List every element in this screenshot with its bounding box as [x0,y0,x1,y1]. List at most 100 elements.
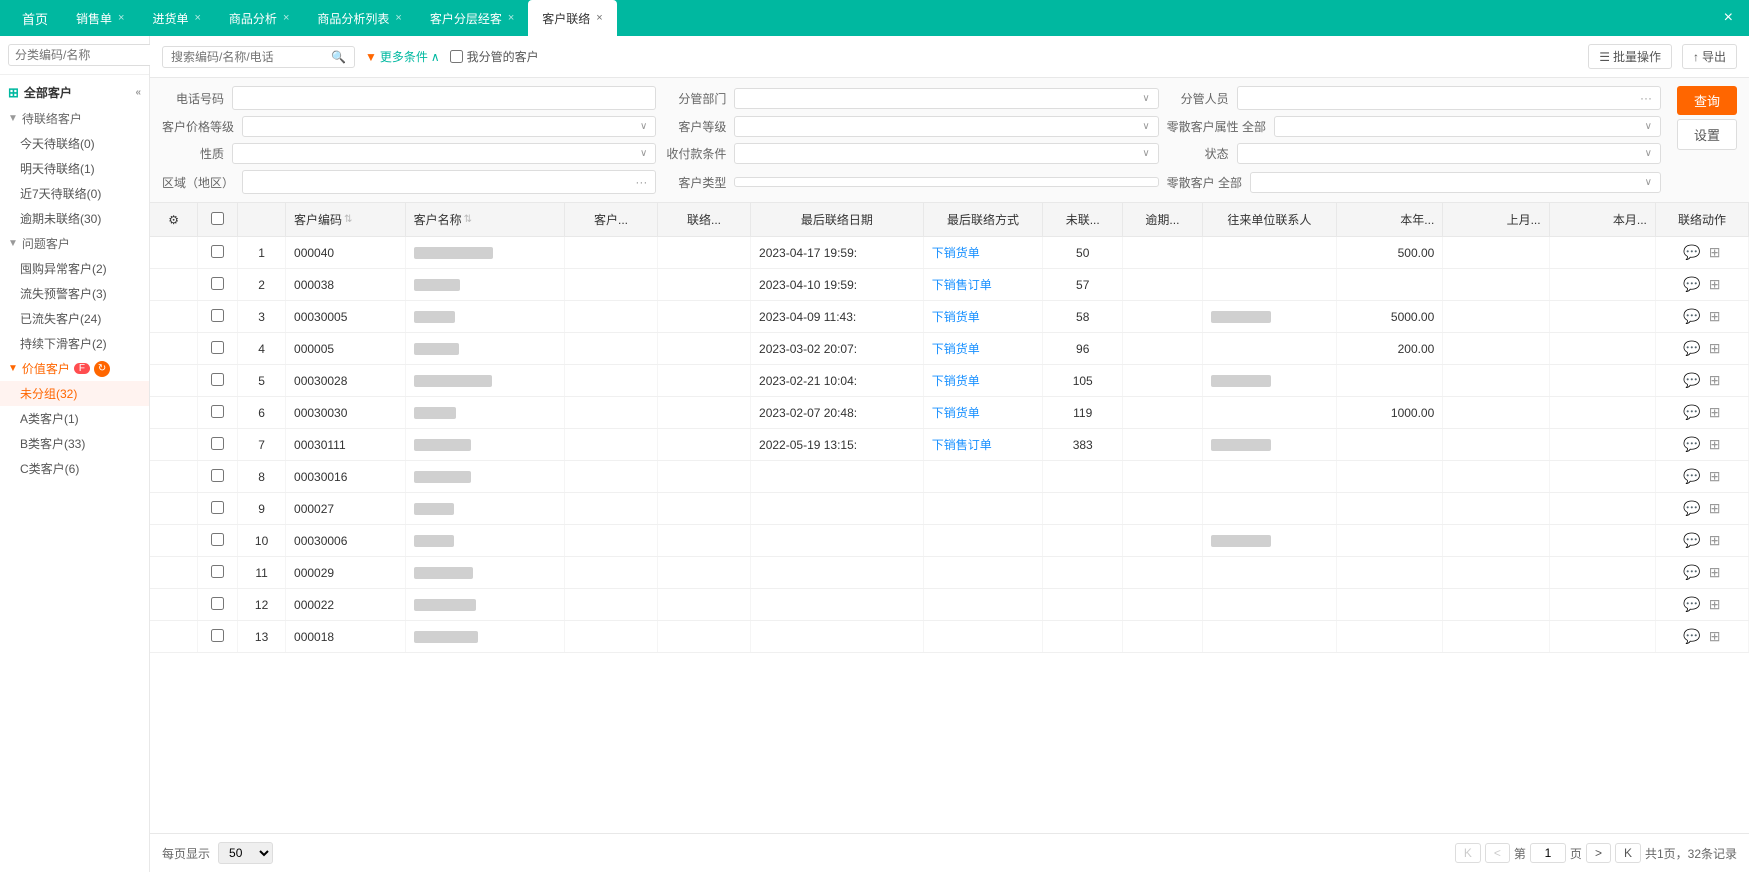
tab-customer-contact[interactable]: 客户联络 × [528,0,616,36]
close-tab-sales[interactable]: × [118,12,124,24]
chat-icon[interactable]: 💬 [1683,244,1700,261]
main-search-input[interactable] [171,50,331,64]
row-check[interactable] [198,333,238,365]
row-check[interactable] [198,461,238,493]
grid-action-icon[interactable]: ⊞ [1709,500,1721,517]
next-page-btn[interactable]: > [1586,843,1611,863]
region-more[interactable]: ··· [635,175,647,189]
tree-item-declining[interactable]: 持续下滑客户(2) [0,331,149,356]
tab-customer-segment[interactable]: 客户分层经客 × [416,0,528,36]
chat-icon[interactable]: 💬 [1683,340,1700,357]
chat-icon[interactable]: 💬 [1683,468,1700,485]
grid-action-icon[interactable]: ⊞ [1709,436,1721,453]
status-select[interactable]: ∨ [1237,143,1661,164]
tree-item-ungroup[interactable]: 未分组(32) [0,381,149,406]
my-customers-filter[interactable]: 我分管的客户 [450,48,539,65]
payment-select[interactable]: ∨ [734,143,1158,164]
first-page-btn[interactable]: K [1455,843,1481,863]
refresh-badge[interactable]: ↻ [94,361,110,377]
phone-input[interactable] [232,86,656,110]
scatter-attr-select[interactable]: ∨ [1274,116,1661,137]
page-number-input[interactable] [1530,843,1566,863]
row-check[interactable] [198,493,238,525]
row-check[interactable] [198,621,238,653]
close-all-tabs[interactable]: × [1716,9,1741,27]
tree-item-today[interactable]: 今天待联络(0) [0,131,149,156]
chat-icon[interactable]: 💬 [1683,404,1700,421]
all-customers-item[interactable]: ⊞ 全部客户 « [0,79,149,106]
my-customers-checkbox[interactable] [450,50,463,63]
tree-item-7days[interactable]: 近7天待联络(0) [0,181,149,206]
tab-sales-order[interactable]: 销售单 × [62,0,138,36]
tab-product-analysis-list[interactable]: 商品分析列表 × [303,0,415,36]
collapse-sidebar-icon[interactable]: « [135,87,141,98]
row-check[interactable] [198,557,238,589]
grid-action-icon[interactable]: ⊞ [1709,244,1721,261]
prev-page-btn[interactable]: < [1485,843,1510,863]
row-check[interactable] [198,397,238,429]
row-check[interactable] [198,365,238,397]
grid-action-icon[interactable]: ⊞ [1709,404,1721,421]
chat-icon[interactable]: 💬 [1683,436,1700,453]
gear-icon[interactable]: ⚙ [168,213,179,227]
row-check[interactable] [198,269,238,301]
chat-icon[interactable]: 💬 [1683,564,1700,581]
more-conditions-btn[interactable]: ▼ 更多条件 ∧ [365,48,440,65]
tree-item-churned[interactable]: 已流失客户(24) [0,306,149,331]
per-page-select[interactable]: 50 100 200 [218,842,273,864]
section-problem-customers[interactable]: ▼ 问题客户 [0,231,149,256]
manager-more[interactable]: ··· [1640,91,1652,105]
manager-select[interactable]: ··· [1237,86,1661,110]
customer-type-select[interactable] [734,177,1158,187]
grid-action-icon[interactable]: ⊞ [1709,308,1721,325]
grid-action-icon[interactable]: ⊞ [1709,468,1721,485]
price-level-select[interactable]: ∨ [242,116,656,137]
tree-item-class-c[interactable]: C类客户(6) [0,456,149,481]
chat-icon[interactable]: 💬 [1683,628,1700,645]
grid-action-icon[interactable]: ⊞ [1709,372,1721,389]
section-waiting-contact[interactable]: ▼ 待联络客户 [0,106,149,131]
close-tab-analysis[interactable]: × [283,12,289,24]
tab-product-analysis[interactable]: 商品分析 × [215,0,303,36]
chat-icon[interactable]: 💬 [1683,276,1700,293]
tree-item-class-a[interactable]: A类客户(1) [0,406,149,431]
last-page-btn[interactable]: K [1615,843,1641,863]
grid-action-icon[interactable]: ⊞ [1709,564,1721,581]
row-check[interactable] [198,237,238,269]
row-check[interactable] [198,525,238,557]
tree-item-churn-warning[interactable]: 流失预警客户(3) [0,281,149,306]
chat-icon[interactable]: 💬 [1683,500,1700,517]
scatter-customer-select[interactable]: ∨ [1250,172,1661,193]
close-tab-purchase[interactable]: × [194,12,200,24]
home-tab[interactable]: 首页 [8,0,62,36]
grid-action-icon[interactable]: ⊞ [1709,628,1721,645]
chat-icon[interactable]: 💬 [1683,308,1700,325]
col-code-header[interactable]: 客户编码 ⇅ [286,203,406,237]
row-check[interactable] [198,429,238,461]
reset-btn[interactable]: 设置 [1677,119,1737,150]
row-check[interactable] [198,589,238,621]
tree-item-tomorrow[interactable]: 明天待联络(1) [0,156,149,181]
grid-action-icon[interactable]: ⊞ [1709,532,1721,549]
tab-purchase-order[interactable]: 进货单 × [138,0,214,36]
grid-action-icon[interactable]: ⊞ [1709,596,1721,613]
export-btn[interactable]: ↑ 导出 [1682,44,1737,69]
chat-icon[interactable]: 💬 [1683,532,1700,549]
grid-action-icon[interactable]: ⊞ [1709,276,1721,293]
check-all-checkbox[interactable] [211,212,224,225]
customer-level-select[interactable]: ∨ [734,116,1158,137]
section-value-customers[interactable]: ▼ 价值客户 F ↻ [0,356,149,381]
grid-action-icon[interactable]: ⊞ [1709,340,1721,357]
col-name-header[interactable]: 客户名称 ⇅ [405,203,564,237]
chat-icon[interactable]: 💬 [1683,596,1700,613]
nature-select[interactable]: ∨ [232,143,656,164]
query-btn[interactable]: 查询 [1677,86,1737,115]
tree-item-overdue[interactable]: 逾期未联络(30) [0,206,149,231]
chat-icon[interactable]: 💬 [1683,372,1700,389]
tree-item-class-b[interactable]: B类客户(33) [0,431,149,456]
bulk-op-btn[interactable]: ☰ 批量操作 [1588,44,1672,69]
region-select[interactable]: ··· [242,170,656,194]
row-check[interactable] [198,301,238,333]
close-tab-analysis-list[interactable]: × [395,12,401,24]
close-tab-contact[interactable]: × [596,12,602,24]
